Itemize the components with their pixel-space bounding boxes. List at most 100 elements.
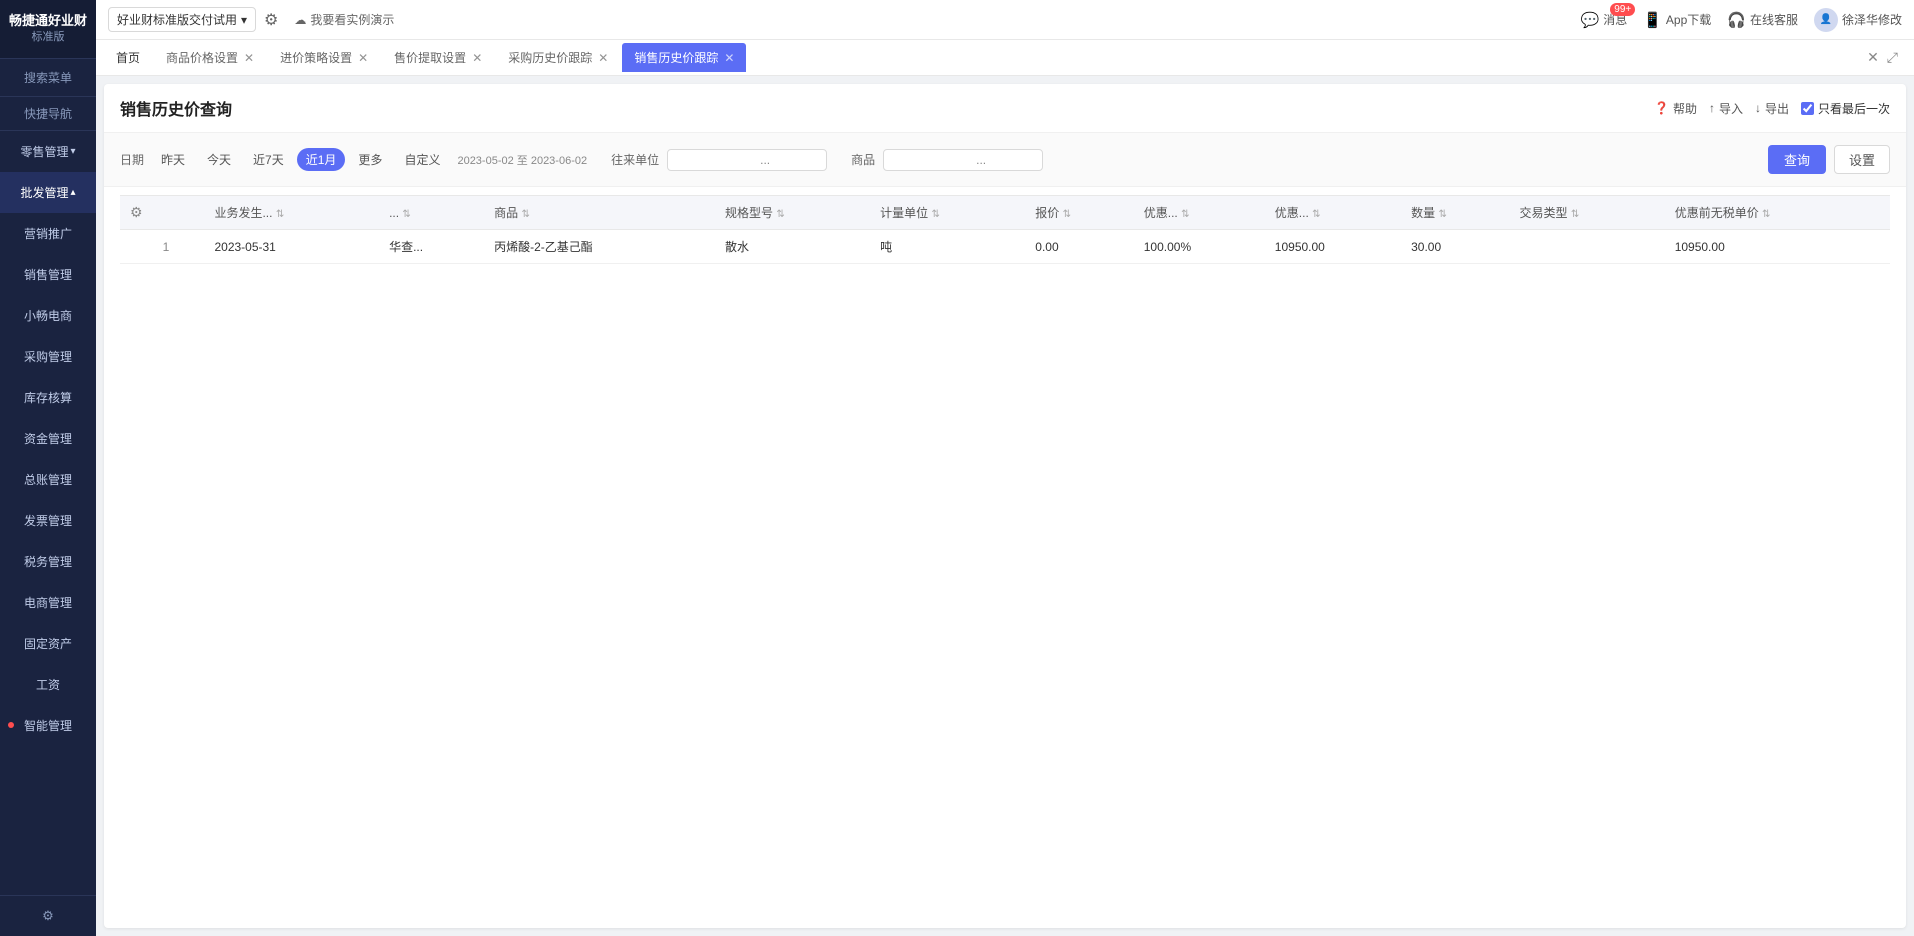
sidebar-search[interactable]: 搜索菜单 [0,59,96,97]
th-list-price[interactable]: 报价 ⇅ [1025,196,1133,230]
date-btn-more[interactable]: 更多 [349,148,391,171]
date-btn-last-month[interactable]: 近1月 [297,148,346,171]
th-discount-price[interactable]: 优惠... ⇅ [1265,196,1401,230]
tab-sales-history[interactable]: 销售历史价跟踪 ✕ [622,43,746,72]
version-select[interactable]: 好业财标准版交付试用 ▾ [108,7,256,32]
import-btn[interactable]: ↑ 导入 [1709,100,1743,117]
wholesale-arrow-icon: ▴ [70,187,75,198]
product-input-wrap[interactable]: ... [883,149,1043,171]
sidebar-item-finance[interactable]: 资金管理 [0,418,96,459]
last-only-checkbox-wrap[interactable]: 只看最后一次 [1801,100,1890,117]
sidebar-item-ecommerce[interactable]: 电商管理 [0,582,96,623]
source-unit-input-wrap[interactable]: ... [667,149,827,171]
date-btn-custom[interactable]: 自定义 [395,148,449,171]
source-unit-input[interactable] [676,153,756,167]
th-trade-type-label: 交易类型 [1520,206,1568,220]
tab-purchase-history-label: 采购历史价跟踪 [508,49,592,66]
export-label: 导出 [1765,100,1789,117]
sidebar-item-sales[interactable]: 销售管理 [0,254,96,295]
row-col3: 华查... [379,230,484,264]
row-biz-date: 2023-05-31 [204,230,379,264]
tab-purchase-strategy-close-icon[interactable]: ✕ [358,51,368,65]
window-maximize-btn[interactable]: ⤢ [1887,49,1898,66]
date-btn-yesterday[interactable]: 昨天 [152,148,194,171]
sidebar-settings-btn[interactable]: ⚙ [0,895,96,936]
tab-purchase-strategy[interactable]: 进价策略设置 ✕ [268,43,380,72]
version-select-arrow-icon: ▾ [241,13,247,27]
th-trade-type[interactable]: 交易类型 ⇅ [1510,196,1665,230]
product-input[interactable] [892,153,972,167]
th-list-price-label: 报价 [1035,206,1059,220]
date-btn-last7[interactable]: 近7天 [244,148,293,171]
product-label: 商品 [851,151,875,168]
date-btn-today[interactable]: 今天 [198,148,240,171]
tab-price-setting-close-icon[interactable]: ✕ [244,51,254,65]
sidebar-item-purchase[interactable]: 采购管理 [0,336,96,377]
sidebar-item-retail[interactable]: 零售管理 ▾ [0,131,96,172]
sidebar-quick-nav[interactable]: 快捷导航 [0,97,96,131]
source-unit-group: 往来单位 ... [611,149,827,171]
tab-purchase-history-close-icon[interactable]: ✕ [598,51,608,65]
product-ellipsis-btn[interactable]: ... [976,153,986,167]
tab-sales-history-close-icon[interactable]: ✕ [724,51,734,65]
topbar-settings-btn[interactable]: ⚙ [264,10,278,30]
sidebar-item-marketing[interactable]: 营销推广 [0,213,96,254]
query-btn[interactable]: 查询 [1768,145,1826,174]
th-pretax-price[interactable]: 优惠前无税单价 ⇅ [1665,196,1890,230]
phone-icon: 📱 [1643,11,1662,29]
retail-label: 零售管理 [20,143,68,160]
page-header: 销售历史价查询 ❓ 帮助 ↑ 导入 ↓ 导出 只看最后一次 [104,84,1906,133]
online-service-btn[interactable]: 🎧 在线客服 [1727,11,1798,29]
sidebar-logo: 畅捷通好业财 标准版 [0,0,96,59]
tab-price-setting[interactable]: 商品价格设置 ✕ [154,43,266,72]
tab-price-extract-label: 售价提取设置 [394,49,466,66]
row-trade-type [1510,230,1665,264]
th-quantity[interactable]: 数量 ⇅ [1401,196,1509,230]
th-pretax-price-sort-icon: ⇅ [1762,209,1770,220]
demo-btn[interactable]: ☁ 我要看实例演示 [294,11,394,28]
app-download-btn[interactable]: 📱 App下载 [1643,11,1711,29]
table-row[interactable]: 1 2023-05-31 华查... 丙烯酸-2-乙基己酯 散水 吨 0.00 … [120,230,1890,264]
last-only-checkbox[interactable] [1801,102,1814,115]
app-title: 畅捷通好业财 [8,12,88,30]
table-header: ⚙ 业务发生... ⇅ ... ⇅ 商品 ⇅ [120,196,1890,230]
sidebar-item-smart[interactable]: 智能管理 [0,705,96,746]
topbar: 好业财标准版交付试用 ▾ ⚙ ☁ 我要看实例演示 💬 消息 99+ 📱 App下… [96,0,1914,40]
export-btn[interactable]: ↓ 导出 [1755,100,1789,117]
sidebar-item-invoice[interactable]: 发票管理 [0,500,96,541]
th-biz-date[interactable]: 业务发生... ⇅ [204,196,379,230]
th-col3[interactable]: ... ⇅ [379,196,484,230]
tabbar: 首页 商品价格设置 ✕ 进价策略设置 ✕ 售价提取设置 ✕ 采购历史价跟踪 ✕ … [96,40,1914,76]
tab-purchase-strategy-label: 进价策略设置 [280,49,352,66]
sidebar-item-wholesale[interactable]: 批发管理 ▴ [0,172,96,213]
th-discount-price-sort-icon: ⇅ [1312,209,1320,220]
messages-btn[interactable]: 💬 消息 99+ [1581,11,1628,29]
tab-price-extract-close-icon[interactable]: ✕ [472,51,482,65]
th-spec[interactable]: 规格型号 ⇅ [715,196,870,230]
date-range: 2023-05-02 至 2023-06-02 [457,152,587,168]
tab-home[interactable]: 首页 [104,43,152,72]
tab-price-extract[interactable]: 售价提取设置 ✕ [382,43,494,72]
sidebar-item-inventory[interactable]: 库存核算 [0,377,96,418]
source-unit-ellipsis-btn[interactable]: ... [760,153,770,167]
sidebar-item-tax[interactable]: 税务管理 [0,541,96,582]
th-spec-sort-icon: ⇅ [776,209,784,220]
sidebar-item-ecommerce-small[interactable]: 小畅电商 [0,295,96,336]
th-col3-label: ... [389,206,399,220]
message-icon: 💬 [1581,11,1600,29]
tab-purchase-history[interactable]: 采购历史价跟踪 ✕ [496,43,620,72]
th-product[interactable]: 商品 ⇅ [484,196,715,230]
online-service-label: 在线客服 [1750,11,1798,28]
sidebar-item-salary[interactable]: 工资 [0,664,96,705]
th-discount-rate[interactable]: 优惠... ⇅ [1134,196,1265,230]
window-close-btn[interactable]: ✕ [1867,49,1879,66]
user-btn[interactable]: 👤 徐泽华修改 [1814,8,1902,32]
sidebar-item-fixed-assets[interactable]: 固定资产 [0,623,96,664]
th-unit[interactable]: 计量单位 ⇅ [870,196,1025,230]
column-settings-icon[interactable]: ⚙ [130,204,143,220]
app-download-label: App下载 [1666,11,1711,28]
help-btn[interactable]: ❓ 帮助 [1654,100,1697,117]
settings-btn[interactable]: 设置 [1834,145,1890,174]
product-group: 商品 ... [851,149,1043,171]
sidebar-item-general-ledger[interactable]: 总账管理 [0,459,96,500]
